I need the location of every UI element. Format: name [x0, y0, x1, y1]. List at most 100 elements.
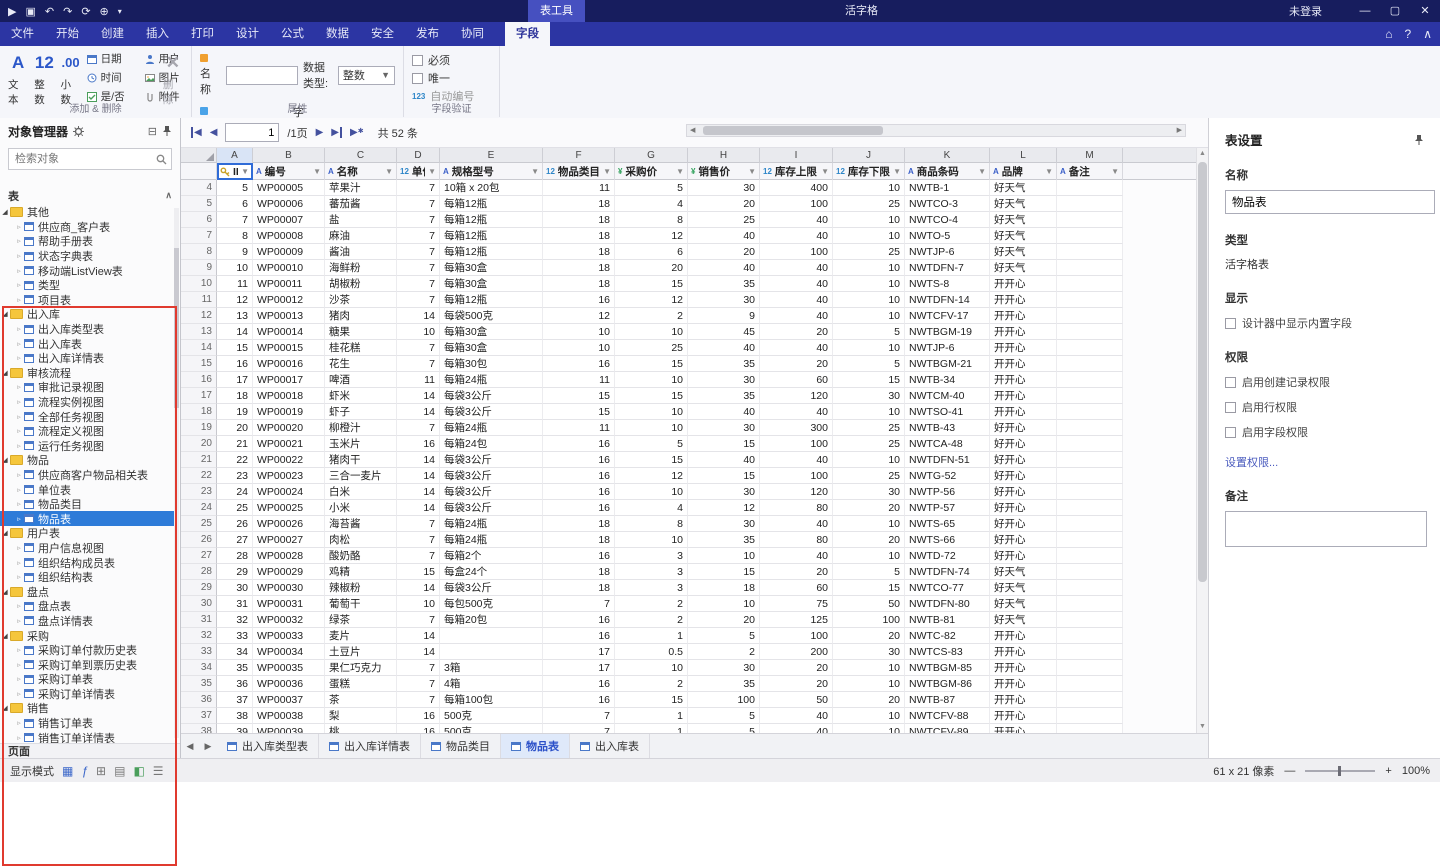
- grid-cell[interactable]: 好天气: [990, 244, 1057, 260]
- grid-cell[interactable]: 开开心: [990, 644, 1057, 660]
- grid-cell[interactable]: 1: [615, 708, 688, 724]
- grid-cell[interactable]: 柳橙汁: [325, 420, 397, 436]
- formula-icon[interactable]: ƒ: [81, 764, 88, 778]
- grid-cell[interactable]: NWTCO-77: [905, 580, 990, 596]
- grid-cell[interactable]: 15: [615, 388, 688, 404]
- expand-arrow-icon[interactable]: ▹: [14, 267, 24, 275]
- column-letter[interactable]: D: [397, 148, 440, 163]
- grid-cell[interactable]: NWTJP-6: [905, 340, 990, 356]
- expand-arrow-icon[interactable]: ▹: [14, 734, 24, 742]
- expand-arrow-icon[interactable]: ▹: [14, 354, 24, 362]
- chevron-down-icon[interactable]: ▼: [241, 167, 249, 176]
- tree-item[interactable]: ▹审批记录视图: [0, 380, 176, 395]
- grid-cell[interactable]: NWTP-56: [905, 484, 990, 500]
- grid-cell[interactable]: 蛋糕: [325, 676, 397, 692]
- grid-cell[interactable]: 5: [217, 180, 253, 196]
- grid-cell[interactable]: 40: [760, 404, 833, 420]
- grid-cell[interactable]: 23: [217, 468, 253, 484]
- grid-cell[interactable]: [1057, 596, 1123, 612]
- grid-cell[interactable]: 好天气: [990, 228, 1057, 244]
- grid-cell[interactable]: [1057, 436, 1123, 452]
- row-number[interactable]: 9: [181, 260, 217, 276]
- grid-cell[interactable]: WP00027: [253, 532, 325, 548]
- row-number[interactable]: 25: [181, 516, 217, 532]
- grid-cell[interactable]: 32: [217, 612, 253, 628]
- grid-cell[interactable]: 3: [615, 548, 688, 564]
- grid-cell[interactable]: 17: [543, 660, 615, 676]
- grid-cell[interactable]: 17: [543, 644, 615, 660]
- grid-cell[interactable]: 酸奶酪: [325, 548, 397, 564]
- grid-cell[interactable]: WP00031: [253, 596, 325, 612]
- grid-cell[interactable]: 每袋3公斤: [440, 468, 543, 484]
- grid-cell[interactable]: 30: [833, 388, 905, 404]
- grid-cell[interactable]: 麦片: [325, 628, 397, 644]
- grid-cell[interactable]: 7: [397, 196, 440, 212]
- grid-cell[interactable]: 50: [760, 692, 833, 708]
- grid-cell[interactable]: 20: [688, 244, 760, 260]
- grid-cell[interactable]: 25: [833, 436, 905, 452]
- grid-cell[interactable]: 虾米: [325, 388, 397, 404]
- tree-item[interactable]: ▹盘点表: [0, 599, 176, 614]
- grid-cell[interactable]: 每袋500克: [440, 308, 543, 324]
- grid-cell[interactable]: 40: [688, 260, 760, 276]
- sheet-tab[interactable]: 出入库表: [570, 734, 650, 758]
- tree-item[interactable]: ▹供应商_客户表: [0, 220, 176, 235]
- grid-cell[interactable]: 好开心: [990, 548, 1057, 564]
- grid-cell[interactable]: 15: [615, 356, 688, 372]
- grid-cell[interactable]: 7: [397, 292, 440, 308]
- grid-cell[interactable]: 7: [397, 420, 440, 436]
- grid-cell[interactable]: 30: [833, 644, 905, 660]
- grid-cell[interactable]: 25: [833, 420, 905, 436]
- grid-cell[interactable]: 40: [688, 404, 760, 420]
- grid-cell[interactable]: 每袋3公斤: [440, 580, 543, 596]
- scrollbar-thumb[interactable]: [703, 126, 883, 135]
- row-number[interactable]: 15: [181, 356, 217, 372]
- grid-cell[interactable]: 苹果汁: [325, 180, 397, 196]
- grid-cell[interactable]: 14: [397, 644, 440, 660]
- expand-arrow-icon[interactable]: ▹: [14, 719, 24, 727]
- pin-icon[interactable]: [162, 125, 172, 137]
- grid-cell[interactable]: 18: [217, 388, 253, 404]
- grid-cell[interactable]: [1057, 404, 1123, 420]
- scroll-down-icon[interactable]: ▼: [1197, 721, 1208, 733]
- grid-cell[interactable]: 16: [543, 356, 615, 372]
- grid-cell[interactable]: 100: [760, 196, 833, 212]
- horizontal-scrollbar[interactable]: ◀ ▶: [686, 124, 1186, 137]
- row-number[interactable]: 14: [181, 340, 217, 356]
- tree-item[interactable]: ▹运行任务视图: [0, 439, 176, 454]
- grid-cell[interactable]: 40: [760, 228, 833, 244]
- grid-cell[interactable]: 25: [688, 212, 760, 228]
- grid-cell[interactable]: 12: [688, 500, 760, 516]
- grid-cell[interactable]: [1057, 660, 1123, 676]
- grid-cell[interactable]: 500克: [440, 708, 543, 724]
- grid-cell[interactable]: 45: [688, 324, 760, 340]
- row-number[interactable]: 6: [181, 212, 217, 228]
- grid-cell[interactable]: 100: [760, 628, 833, 644]
- grid-cell[interactable]: [1057, 308, 1123, 324]
- ribbon-tab[interactable]: 发布: [405, 22, 450, 46]
- expand-arrow-icon[interactable]: ▹: [14, 690, 24, 698]
- row-number[interactable]: 27: [181, 548, 217, 564]
- grid-cell[interactable]: 蕃茄酱: [325, 196, 397, 212]
- gear-icon[interactable]: [73, 126, 84, 137]
- chevron-down-icon[interactable]: ▼: [603, 167, 611, 176]
- grid-cell[interactable]: 18: [688, 580, 760, 596]
- grid-cell[interactable]: WP00010: [253, 260, 325, 276]
- ribbon-tab[interactable]: 公式: [270, 22, 315, 46]
- grid-cell[interactable]: 30: [217, 580, 253, 596]
- ribbon-tab[interactable]: 协同: [450, 22, 495, 46]
- permission-checkbox[interactable]: 启用行权限: [1225, 399, 1424, 415]
- add-date-field-button[interactable]: 日期: [87, 49, 145, 68]
- grid-cell[interactable]: WP00035: [253, 660, 325, 676]
- grid-cell[interactable]: 9: [217, 244, 253, 260]
- grid-cell[interactable]: 7: [543, 596, 615, 612]
- grid-cell[interactable]: 每袋3公斤: [440, 404, 543, 420]
- pin-icon[interactable]: [1414, 134, 1424, 146]
- grid-cell[interactable]: [1057, 612, 1123, 628]
- row-number[interactable]: 4: [181, 180, 217, 196]
- grid-cell[interactable]: 50: [833, 596, 905, 612]
- expand-arrow-icon[interactable]: ▹: [14, 515, 24, 523]
- grid-cell[interactable]: 每箱24瓶: [440, 516, 543, 532]
- grid-cell[interactable]: 沙茶: [325, 292, 397, 308]
- pages-section-header[interactable]: 页面: [0, 743, 180, 758]
